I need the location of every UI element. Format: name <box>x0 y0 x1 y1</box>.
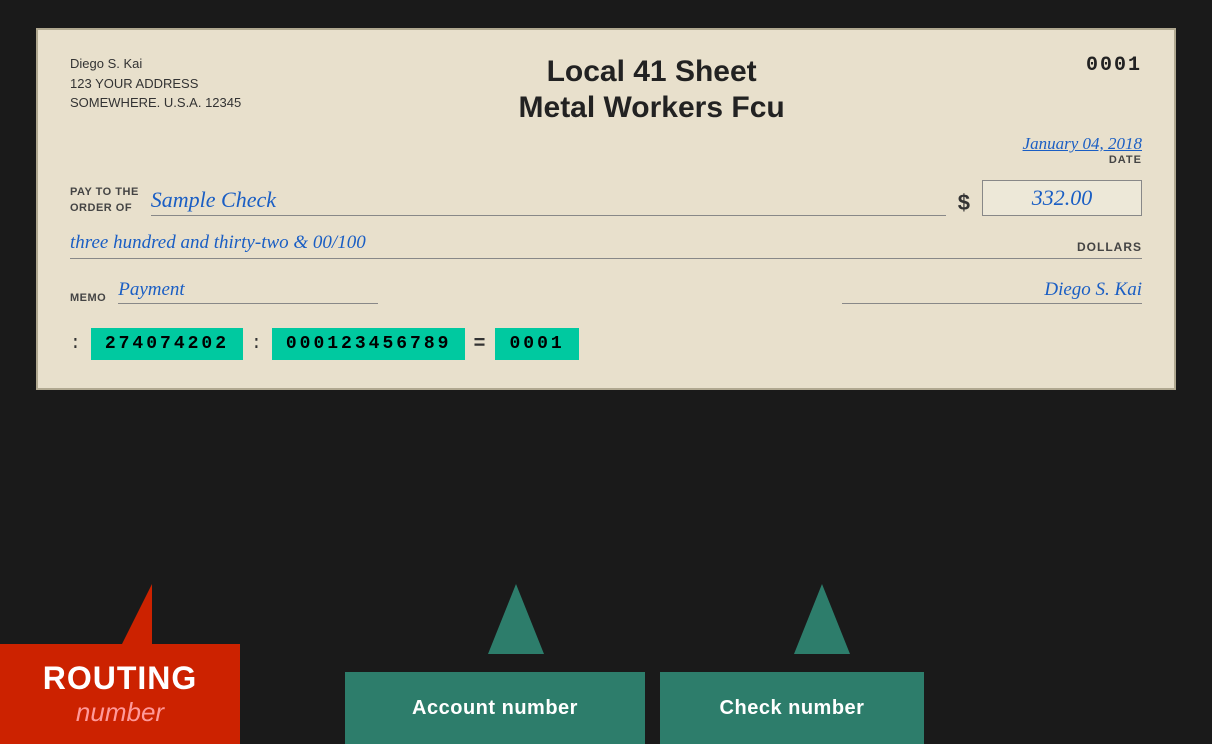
micr-sep2-symbol: = <box>473 333 487 356</box>
check-memo-row: MEMO Payment Diego S. Kai <box>70 279 1142 304</box>
micr-open-symbol: : <box>70 334 83 354</box>
routing-label: ROUTING number <box>0 644 240 744</box>
payto-label: PAY TO THEORDER OF <box>70 185 139 216</box>
payto-line: Sample Check <box>151 187 946 216</box>
check-date-value: January 04, 2018 <box>1023 134 1142 154</box>
arrows-container: ROUTING number Account number Check numb… <box>0 584 1212 744</box>
amount-box: 332.00 <box>982 180 1142 216</box>
check-area: Diego S. Kai 123 YOUR ADDRESS SOMEWHERE.… <box>0 0 1212 584</box>
address-line2: SOMEWHERE. U.S.A. 12345 <box>70 93 241 113</box>
check-row1: Diego S. Kai 123 YOUR ADDRESS SOMEWHERE.… <box>70 54 1142 126</box>
written-amount: three hundred and thirty-two & 00/100 <box>70 232 366 254</box>
signature-value: Diego S. Kai <box>1044 279 1142 300</box>
address-line1: 123 YOUR ADDRESS <box>70 74 241 94</box>
memo-line: Payment <box>118 279 378 304</box>
memo-label: MEMO <box>70 292 106 304</box>
micr-account-number: 000123456789 <box>272 328 466 360</box>
check-address: Diego S. Kai 123 YOUR ADDRESS SOMEWHERE.… <box>70 54 241 113</box>
micr-check-number: 0001 <box>495 328 578 360</box>
check-payto-row: PAY TO THEORDER OF Sample Check $ 332.00 <box>70 180 1142 216</box>
check: Diego S. Kai 123 YOUR ADDRESS SOMEWHERE.… <box>36 28 1176 390</box>
account-number-label: Account number <box>345 672 645 744</box>
date-col: January 04, 2018 DATE <box>1023 134 1142 166</box>
check-date-row: January 04, 2018 DATE <box>70 134 1142 166</box>
check-number-label-text: Check number <box>720 697 865 720</box>
payto-name: Sample Check <box>151 187 276 212</box>
micr-sep1-symbol: : <box>251 334 264 354</box>
memo-value: Payment <box>118 279 184 300</box>
check-number-arrow-icon <box>794 584 850 654</box>
dollars-label: DOLLARS <box>1077 240 1142 254</box>
owner-name: Diego S. Kai <box>70 54 241 74</box>
check-number-label: Check number <box>660 672 924 744</box>
check-micr-row: : 274074202 : 000123456789 = 0001 <box>70 328 1142 360</box>
account-arrow-icon <box>488 584 544 654</box>
bottom-area: ROUTING number Account number Check numb… <box>0 584 1212 744</box>
signature-line: Diego S. Kai <box>842 279 1142 304</box>
signature-area: Diego S. Kai <box>390 279 1142 304</box>
micr-routing-number: 274074202 <box>91 328 243 360</box>
account-number-label-text: Account number <box>412 697 578 720</box>
check-written-row: three hundred and thirty-two & 00/100 DO… <box>70 232 1142 259</box>
routing-label-top: ROUTING <box>43 660 198 697</box>
check-number-top: 0001 <box>1062 54 1142 77</box>
bank-name: Local 41 Sheet Metal Workers Fcu <box>241 54 1062 126</box>
dollar-sign: $ <box>958 190 970 216</box>
routing-label-bottom: number <box>76 697 164 728</box>
check-date-label: DATE <box>1109 154 1142 166</box>
